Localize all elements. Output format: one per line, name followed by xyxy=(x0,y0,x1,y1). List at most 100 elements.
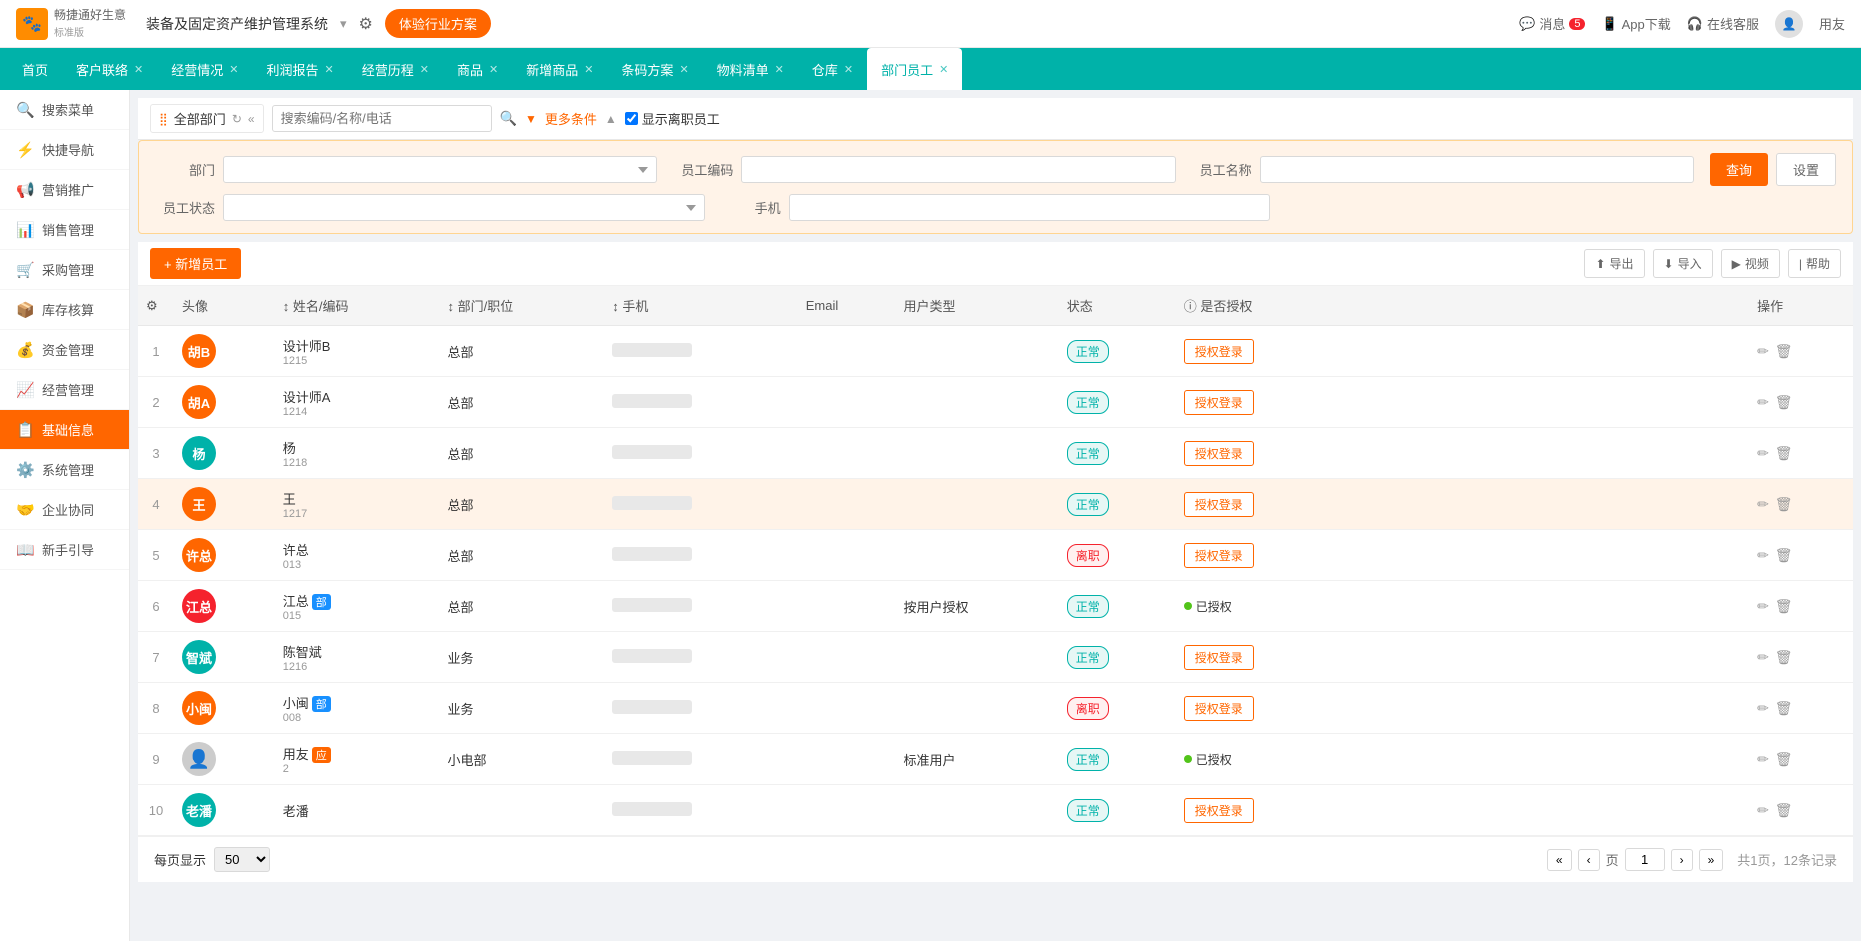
tab-close-icon[interactable]: ✕ xyxy=(844,63,853,76)
more-conditions-button[interactable]: 更多条件 xyxy=(545,109,597,128)
nav-item-basic[interactable]: 📋基础信息 xyxy=(0,410,129,450)
delete-icon[interactable]: 🗑 xyxy=(1775,649,1793,666)
auth-button[interactable]: 授权登录 xyxy=(1184,543,1254,568)
nav-tab-物料清单[interactable]: 物料清单✕ xyxy=(703,48,798,90)
nav-item-purchase[interactable]: 🛒采购管理 xyxy=(0,250,129,290)
prev-page-button[interactable]: ‹ xyxy=(1578,849,1600,871)
refresh-icon[interactable]: ↻ xyxy=(232,112,242,126)
nav-tab-经营历程[interactable]: 经营历程✕ xyxy=(348,48,443,90)
col-name[interactable]: ↕ 姓名/编码 xyxy=(275,286,440,326)
nav-tab-部门员工[interactable]: 部门员工✕ xyxy=(867,48,962,90)
tab-close-icon[interactable]: ✕ xyxy=(584,63,593,76)
nav-item-operation[interactable]: 📈经营管理 xyxy=(0,370,129,410)
tab-close-icon[interactable]: ✕ xyxy=(420,63,429,76)
show-resigned-checkbox[interactable] xyxy=(625,112,638,125)
nav-tab-条码方案[interactable]: 条码方案✕ xyxy=(607,48,702,90)
nav-item-guide[interactable]: 📖新手引导 xyxy=(0,530,129,570)
nav-tab-经营情况[interactable]: 经营情况✕ xyxy=(157,48,252,90)
tab-close-icon[interactable]: ✕ xyxy=(489,63,498,76)
tab-close-icon[interactable]: ✕ xyxy=(679,63,688,76)
user-name[interactable]: 用友 xyxy=(1819,14,1845,33)
nav-item-sales[interactable]: 📊销售管理 xyxy=(0,210,129,250)
auth-button[interactable]: 授权登录 xyxy=(1184,798,1254,823)
page-input[interactable] xyxy=(1625,848,1665,871)
auth-button[interactable]: 授权登录 xyxy=(1184,441,1254,466)
tab-close-icon[interactable]: ✕ xyxy=(939,63,948,76)
nav-item-search[interactable]: 🔍搜索菜单 xyxy=(0,90,129,130)
nav-tab-新增商品[interactable]: 新增商品✕ xyxy=(512,48,607,90)
delete-icon[interactable]: 🗑 xyxy=(1775,802,1793,819)
delete-icon[interactable]: 🗑 xyxy=(1775,445,1793,462)
auth-button[interactable]: 授权登录 xyxy=(1184,645,1254,670)
edit-icon[interactable]: ✏ xyxy=(1757,802,1769,819)
delete-icon[interactable]: 🗑 xyxy=(1775,700,1793,717)
delete-icon[interactable]: 🗑 xyxy=(1775,598,1793,615)
export-button[interactable]: ⬆ 导出 xyxy=(1584,249,1644,278)
edit-icon[interactable]: ✏ xyxy=(1757,700,1769,717)
edit-icon[interactable]: ✏ xyxy=(1757,547,1769,564)
nav-item-corp[interactable]: 🤝企业协同 xyxy=(0,490,129,530)
collapse-icon[interactable]: « xyxy=(248,112,255,126)
edit-icon[interactable]: ✏ xyxy=(1757,343,1769,360)
tab-close-icon[interactable]: ✕ xyxy=(775,63,784,76)
import-button[interactable]: ⬇ 导入 xyxy=(1653,249,1713,278)
trial-button[interactable]: 体验行业方案 xyxy=(385,9,491,38)
code-input[interactable] xyxy=(741,156,1175,183)
search-input[interactable] xyxy=(272,105,492,132)
col-dept[interactable]: ↕ 部门/职位 xyxy=(440,286,605,326)
edit-icon[interactable]: ✏ xyxy=(1757,496,1769,513)
dept-filter: 部门 xyxy=(155,156,657,183)
show-resigned-checkbox-label[interactable]: 显示离职员工 xyxy=(625,109,720,128)
dept-select[interactable] xyxy=(223,156,657,183)
settings-button[interactable]: ⚙ xyxy=(359,14,373,34)
phone-input[interactable] xyxy=(789,194,1271,221)
nav-tab-客户联络[interactable]: 客户联络✕ xyxy=(62,48,157,90)
delete-icon[interactable]: 🗑 xyxy=(1775,394,1793,411)
app-download-button[interactable]: 📱 App下载 xyxy=(1601,14,1670,33)
nav-tab-首页[interactable]: 首页 xyxy=(8,48,62,90)
online-service-button[interactable]: 🎧 在线客服 xyxy=(1687,14,1759,33)
auth-button[interactable]: 授权登录 xyxy=(1184,492,1254,517)
auth-button[interactable]: 授权登录 xyxy=(1184,390,1254,415)
app-icon: 📱 xyxy=(1601,16,1617,32)
edit-icon[interactable]: ✏ xyxy=(1757,751,1769,768)
search-button[interactable]: 🔍 xyxy=(500,110,517,127)
tab-close-icon[interactable]: ✕ xyxy=(134,63,143,76)
delete-icon[interactable]: 🗑 xyxy=(1775,751,1793,768)
delete-icon[interactable]: 🗑 xyxy=(1775,496,1793,513)
search-btn[interactable]: 查询 xyxy=(1710,153,1768,186)
add-employee-button[interactable]: + 新增员工 xyxy=(150,248,241,279)
auth-button[interactable]: 授权登录 xyxy=(1184,339,1254,364)
nav-item-inventory[interactable]: 📦库存核算 xyxy=(0,290,129,330)
edit-icon[interactable]: ✏ xyxy=(1757,598,1769,615)
nav-tab-利润报告[interactable]: 利润报告✕ xyxy=(252,48,347,90)
first-page-button[interactable]: « xyxy=(1547,849,1572,871)
edit-icon[interactable]: ✏ xyxy=(1757,394,1769,411)
next-page-button[interactable]: › xyxy=(1671,849,1693,871)
nav-tab-商品[interactable]: 商品✕ xyxy=(443,48,512,90)
nav-tab-仓库[interactable]: 仓库✕ xyxy=(798,48,867,90)
message-button[interactable]: 💬 消息 5 xyxy=(1519,14,1585,33)
delete-icon[interactable]: 🗑 xyxy=(1775,343,1793,360)
auth-button[interactable]: 授权登录 xyxy=(1184,696,1254,721)
nav-item-finance[interactable]: 💰资金管理 xyxy=(0,330,129,370)
nav-item-system[interactable]: ⚙️系统管理 xyxy=(0,450,129,490)
delete-icon[interactable]: 🗑 xyxy=(1775,547,1793,564)
col-phone[interactable]: ↕ 手机 xyxy=(604,286,797,326)
per-page-select[interactable]: 50 20 100 xyxy=(214,847,270,872)
reset-btn[interactable]: 设置 xyxy=(1776,153,1836,186)
nav-item-quicknav[interactable]: ⚡快捷导航 xyxy=(0,130,129,170)
edit-icon[interactable]: ✏ xyxy=(1757,445,1769,462)
last-page-button[interactable]: » xyxy=(1699,849,1724,871)
user-avatar[interactable]: 👤 xyxy=(1775,10,1803,38)
tab-close-icon[interactable]: ✕ xyxy=(325,63,334,76)
dropdown-arrow-icon[interactable]: ▾ xyxy=(340,16,347,32)
tab-close-icon[interactable]: ✕ xyxy=(229,63,238,76)
name-input[interactable] xyxy=(1260,156,1694,183)
nav-item-marketing[interactable]: 📢营销推广 xyxy=(0,170,129,210)
col-settings[interactable]: ⚙ xyxy=(138,286,174,326)
view-button[interactable]: ▶ 视频 xyxy=(1721,249,1780,278)
help-button[interactable]: | 帮助 xyxy=(1788,249,1841,278)
status-select[interactable] xyxy=(223,194,705,221)
edit-icon[interactable]: ✏ xyxy=(1757,649,1769,666)
